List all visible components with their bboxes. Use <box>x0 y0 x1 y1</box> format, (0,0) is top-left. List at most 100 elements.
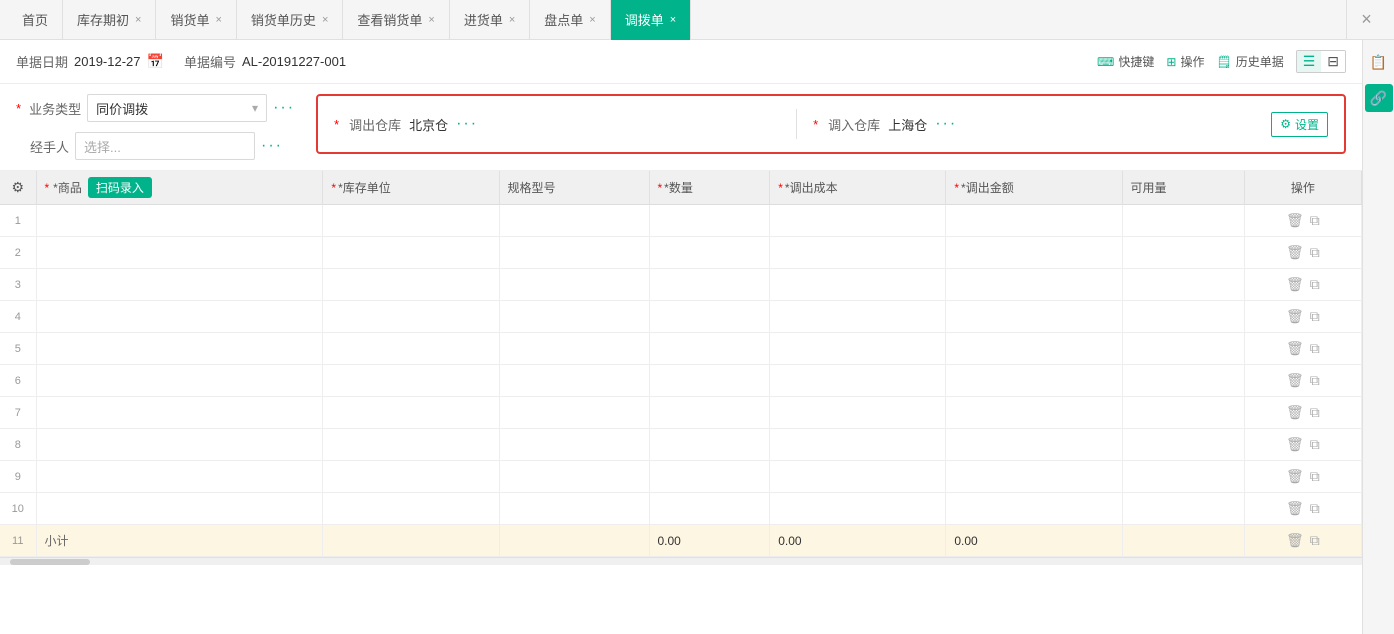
spec-cell[interactable] <box>499 429 649 461</box>
amount-cell[interactable] <box>946 397 1122 429</box>
cost-cell[interactable] <box>770 397 946 429</box>
delete-icon[interactable]: 🗑 <box>1286 404 1304 421</box>
scrollbar[interactable] <box>0 557 1362 565</box>
unit-cell[interactable] <box>323 237 499 269</box>
close-icon[interactable]: × <box>428 14 434 26</box>
scrollbar-thumb[interactable] <box>10 559 90 565</box>
scan-button[interactable]: 扫码录入 <box>88 177 152 198</box>
spec-cell[interactable] <box>499 365 649 397</box>
settings-button[interactable]: ⚙ 设置 <box>1271 112 1328 137</box>
copy-icon[interactable]: ⧉ <box>1310 404 1320 421</box>
cost-cell[interactable] <box>770 269 946 301</box>
amount-cell[interactable] <box>946 237 1122 269</box>
more-options-button[interactable]: ··· <box>273 99 295 117</box>
copy-icon[interactable]: ⧉ <box>1310 532 1320 549</box>
available-cell[interactable] <box>1122 493 1244 525</box>
amount-cell[interactable] <box>946 493 1122 525</box>
tab-purchase[interactable]: 进货单 × <box>450 0 530 40</box>
product-cell[interactable] <box>36 237 323 269</box>
shortcuts-button[interactable]: ⌨ 快捷键 <box>1097 53 1154 70</box>
cost-cell[interactable] <box>770 237 946 269</box>
product-cell[interactable] <box>36 365 323 397</box>
qty-cell[interactable] <box>649 429 770 461</box>
qty-cell[interactable] <box>649 333 770 365</box>
amount-cell[interactable] <box>946 461 1122 493</box>
copy-icon[interactable]: ⧉ <box>1310 276 1320 293</box>
copy-icon[interactable]: ⧉ <box>1310 340 1320 357</box>
qty-cell[interactable] <box>649 269 770 301</box>
spec-cell[interactable] <box>499 397 649 429</box>
tab-sales-order[interactable]: 销货单 × <box>156 0 236 40</box>
cost-cell[interactable] <box>770 461 946 493</box>
copy-icon[interactable]: ⧉ <box>1310 212 1320 229</box>
unit-cell[interactable] <box>323 461 499 493</box>
available-cell[interactable] <box>1122 461 1244 493</box>
available-cell[interactable] <box>1122 205 1244 237</box>
unit-cell[interactable] <box>323 429 499 461</box>
product-cell[interactable] <box>36 301 323 333</box>
unit-cell[interactable] <box>323 365 499 397</box>
spec-cell[interactable] <box>499 461 649 493</box>
gear-icon[interactable]: ⚙ <box>11 179 24 195</box>
spec-cell[interactable] <box>499 301 649 333</box>
sidebar-notes-icon[interactable]: 📋 <box>1365 48 1393 76</box>
history-button[interactable]: 🗒 历史单据 <box>1216 53 1283 70</box>
unit-cell[interactable] <box>323 333 499 365</box>
qty-cell[interactable] <box>649 301 770 333</box>
sidebar-link-icon[interactable]: 🔗 <box>1365 84 1393 112</box>
qty-cell[interactable] <box>649 205 770 237</box>
spec-cell[interactable] <box>499 333 649 365</box>
qty-cell[interactable] <box>649 397 770 429</box>
available-cell[interactable] <box>1122 365 1244 397</box>
available-cell[interactable] <box>1122 237 1244 269</box>
copy-icon[interactable]: ⧉ <box>1310 372 1320 389</box>
global-close-button[interactable]: × <box>1346 0 1386 40</box>
delete-icon[interactable]: 🗑 <box>1286 308 1304 325</box>
list-view-button[interactable]: ☰ <box>1297 51 1322 72</box>
available-cell[interactable] <box>1122 429 1244 461</box>
unit-cell[interactable] <box>323 301 499 333</box>
cost-cell[interactable] <box>770 365 946 397</box>
product-cell[interactable] <box>36 269 323 301</box>
unit-cell[interactable] <box>323 205 499 237</box>
copy-icon[interactable]: ⧉ <box>1310 468 1320 485</box>
business-type-dropdown[interactable]: 同价调拨 ▾ <box>87 94 267 122</box>
cost-cell[interactable] <box>770 493 946 525</box>
delete-icon[interactable]: 🗑 <box>1286 532 1304 549</box>
delete-icon[interactable]: 🗑 <box>1286 372 1304 389</box>
grid-view-button[interactable]: ⊟ <box>1321 51 1345 72</box>
qty-cell[interactable] <box>649 493 770 525</box>
amount-cell[interactable] <box>946 269 1122 301</box>
out-warehouse-more-button[interactable]: ··· <box>456 115 478 133</box>
close-icon[interactable]: × <box>670 14 676 26</box>
copy-icon[interactable]: ⧉ <box>1310 436 1320 453</box>
amount-cell[interactable] <box>946 333 1122 365</box>
delete-icon[interactable]: 🗑 <box>1286 436 1304 453</box>
tab-home[interactable]: 首页 <box>8 0 63 40</box>
product-cell[interactable] <box>36 493 323 525</box>
amount-cell[interactable] <box>946 365 1122 397</box>
close-icon[interactable]: × <box>589 14 595 26</box>
close-icon[interactable]: × <box>509 14 515 26</box>
amount-cell[interactable] <box>946 301 1122 333</box>
cost-cell[interactable] <box>770 333 946 365</box>
handler-dropdown[interactable]: 选择... <box>75 132 255 160</box>
cost-cell[interactable] <box>770 301 946 333</box>
available-cell[interactable] <box>1122 301 1244 333</box>
delete-icon[interactable]: 🗑 <box>1286 468 1304 485</box>
available-cell[interactable] <box>1122 269 1244 301</box>
calendar-icon[interactable]: 📅 <box>147 53 164 70</box>
spec-cell[interactable] <box>499 237 649 269</box>
qty-cell[interactable] <box>649 237 770 269</box>
operations-button[interactable]: ⊞ 操作 <box>1166 53 1204 70</box>
product-cell[interactable] <box>36 205 323 237</box>
unit-cell[interactable] <box>323 493 499 525</box>
cost-cell[interactable] <box>770 429 946 461</box>
delete-icon[interactable]: 🗑 <box>1286 500 1304 517</box>
spec-cell[interactable] <box>499 269 649 301</box>
copy-icon[interactable]: ⧉ <box>1310 500 1320 517</box>
tab-sales-history[interactable]: 销货单历史 × <box>237 0 343 40</box>
product-cell[interactable] <box>36 397 323 429</box>
product-cell[interactable] <box>36 461 323 493</box>
tab-inventory-init[interactable]: 库存期初 × <box>63 0 156 40</box>
